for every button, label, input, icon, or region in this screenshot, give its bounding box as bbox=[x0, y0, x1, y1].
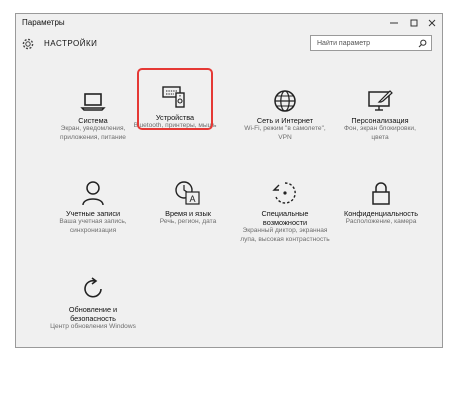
search-box[interactable] bbox=[310, 35, 432, 51]
tile-description: Экранный диктор, экранная лупа, высокая … bbox=[240, 227, 330, 243]
tile-system[interactable]: Система Экран, уведомления, приложения, … bbox=[48, 87, 138, 142]
tile-description: Ваша учетная запись, синхронизация bbox=[59, 218, 127, 234]
tile-personalization[interactable]: Персонализация Фон, экран блокировки, цв… bbox=[335, 87, 425, 142]
accessibility-icon bbox=[272, 182, 296, 204]
tile-title: Конфиденциальность bbox=[343, 209, 419, 218]
search-icon[interactable] bbox=[418, 39, 427, 48]
tile-accessibility[interactable]: Специальные возможности Экранный диктор,… bbox=[240, 180, 330, 244]
page-title: НАСТРОЙКИ bbox=[44, 39, 98, 48]
maximize-icon bbox=[410, 19, 418, 27]
tile-description: Центр обновления Windows bbox=[50, 323, 136, 330]
tile-title: Обновление и безопасность bbox=[68, 305, 118, 323]
update-icon bbox=[84, 277, 102, 298]
tile-accounts[interactable]: Учетные записи Ваша учетная запись, синх… bbox=[48, 180, 138, 235]
person-icon bbox=[82, 181, 104, 206]
title-bar: Параметры bbox=[16, 14, 442, 34]
tile-title: Персонализация bbox=[351, 116, 409, 125]
gear-icon bbox=[22, 38, 34, 50]
laptop-icon bbox=[80, 93, 106, 111]
close-icon bbox=[428, 19, 436, 27]
tile-time-language[interactable]: A Время и язык Речь, регион, дата bbox=[143, 180, 233, 227]
globe-icon bbox=[274, 90, 296, 112]
close-button[interactable] bbox=[422, 15, 442, 31]
settings-header: НАСТРОЙКИ bbox=[16, 34, 442, 64]
tile-description: Экран, уведомления, приложения, питание bbox=[60, 125, 126, 141]
tile-title: Время и язык bbox=[165, 209, 211, 218]
lock-icon bbox=[372, 182, 390, 205]
time-language-icon: A bbox=[175, 181, 200, 205]
tile-description: Wi-Fi, режим "в самолете", VPN bbox=[244, 125, 326, 141]
window-title: Параметры bbox=[22, 18, 65, 27]
tile-title: Учетные записи bbox=[65, 209, 121, 218]
tile-update-security[interactable]: Обновление и безопасность Центр обновлен… bbox=[48, 276, 138, 332]
devices-highlight-frame bbox=[137, 68, 213, 130]
minimize-button[interactable] bbox=[384, 15, 404, 31]
tile-network[interactable]: Сеть и Интернет Wi-Fi, режим "в самолете… bbox=[240, 87, 330, 142]
tile-privacy[interactable]: Конфиденциальность Расположение, камера bbox=[336, 180, 426, 227]
tile-title: Специальные возможности bbox=[261, 209, 309, 227]
maximize-button[interactable] bbox=[404, 15, 424, 31]
tile-title: Система bbox=[78, 116, 108, 125]
tile-description: Фон, экран блокировки, цвета bbox=[344, 125, 416, 141]
tile-description: Речь, регион, дата bbox=[159, 218, 217, 225]
personalization-icon bbox=[368, 90, 393, 111]
search-input[interactable] bbox=[311, 36, 417, 50]
minimize-icon bbox=[390, 22, 398, 24]
tile-description: Расположение, камера bbox=[345, 218, 417, 225]
tile-title: Сеть и Интернет bbox=[256, 116, 314, 125]
svg-text:A: A bbox=[189, 194, 195, 204]
